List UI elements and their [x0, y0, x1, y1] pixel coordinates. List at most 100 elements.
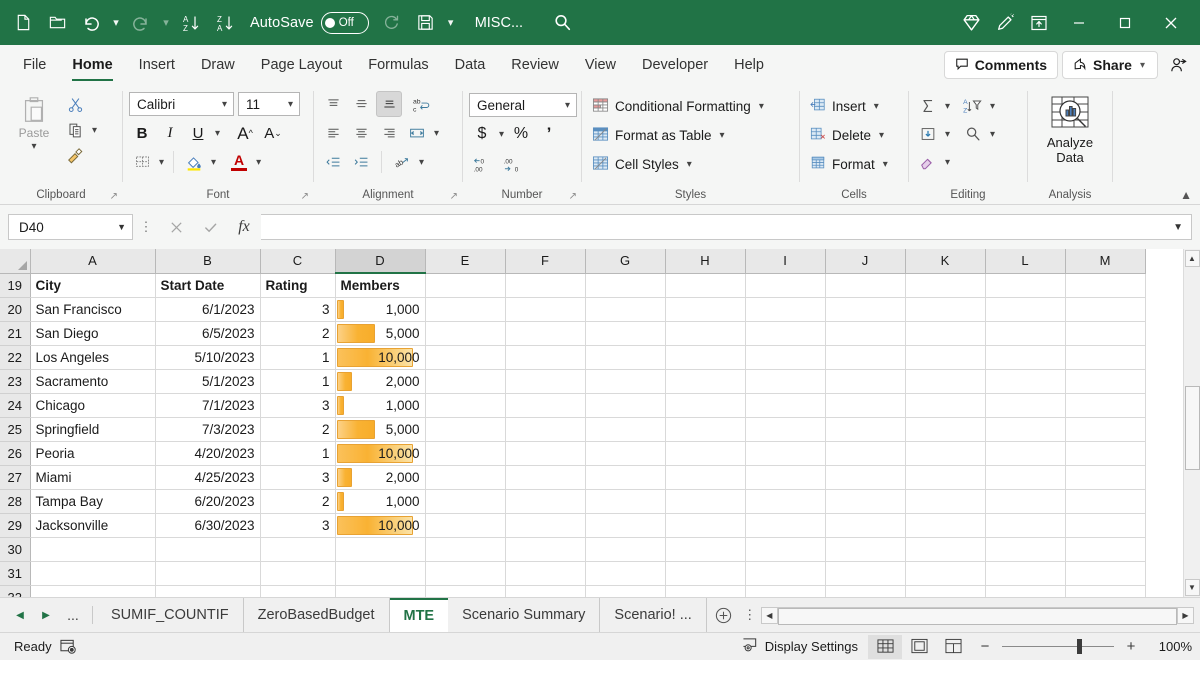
cell-E30[interactable]	[425, 537, 505, 561]
cell-I21[interactable]	[745, 321, 825, 345]
cell-M19[interactable]	[1065, 273, 1145, 297]
cell-A24[interactable]: Chicago	[30, 393, 155, 417]
cell-A29[interactable]: Jacksonville	[30, 513, 155, 537]
row-header-30[interactable]: 30	[0, 537, 30, 561]
cell-G23[interactable]	[585, 369, 665, 393]
cell-C23[interactable]: 1	[260, 369, 335, 393]
cell-I19[interactable]	[745, 273, 825, 297]
macro-record-icon[interactable]	[52, 638, 86, 655]
cell-F32[interactable]	[505, 585, 585, 597]
increase-indent-button[interactable]	[348, 149, 374, 175]
cell-M24[interactable]	[1065, 393, 1145, 417]
cell-styles-button[interactable]: Cell Styles ▾	[588, 151, 770, 178]
fill-button[interactable]	[915, 121, 941, 147]
display-settings-button[interactable]: Display Settings	[732, 635, 868, 659]
scroll-up-arrow-icon[interactable]: ▲	[1185, 250, 1200, 267]
cell-K24[interactable]	[905, 393, 985, 417]
name-box[interactable]: D40 ▼	[8, 214, 133, 240]
cell-K30[interactable]	[905, 537, 985, 561]
document-title[interactable]: MISC...	[475, 15, 523, 31]
delete-cells-button[interactable]: Delete ▾	[806, 122, 894, 149]
cell-A27[interactable]: Miami	[30, 465, 155, 489]
cell-A20[interactable]: San Francisco	[30, 297, 155, 321]
conditional-formatting-caret-icon[interactable]: ▾	[757, 101, 766, 112]
align-right-button[interactable]	[376, 120, 402, 146]
ribbon-tab-formulas[interactable]: Formulas	[355, 45, 441, 85]
cell-D30[interactable]	[335, 537, 425, 561]
format-cells-button[interactable]: Format ▾	[806, 151, 894, 178]
cell-E28[interactable]	[425, 489, 505, 513]
maximize-button[interactable]	[1102, 0, 1148, 45]
fill-color-button[interactable]	[181, 149, 207, 175]
cell-E27[interactable]	[425, 465, 505, 489]
zoom-in-button[interactable]: +	[1122, 638, 1140, 655]
column-header-a[interactable]: A	[30, 249, 155, 273]
sheet-tab-scenario[interactable]: Scenario! ...	[600, 598, 706, 632]
row-header-31[interactable]: 31	[0, 561, 30, 585]
accounting-format-button[interactable]: $	[469, 121, 495, 147]
number-format-combo[interactable]: General ▾	[469, 93, 577, 117]
select-all-corner[interactable]	[0, 249, 30, 273]
orientation-caret-icon[interactable]: ▾	[417, 157, 426, 168]
column-header-g[interactable]: G	[585, 249, 665, 273]
next-sheet-arrow-icon[interactable]: ▶	[34, 603, 58, 627]
cell-A21[interactable]: San Diego	[30, 321, 155, 345]
cell-E23[interactable]	[425, 369, 505, 393]
zoom-out-button[interactable]: −	[976, 638, 994, 655]
borders-button[interactable]	[129, 149, 155, 175]
vertical-scroll-track[interactable]	[1185, 268, 1200, 578]
wrap-text-button[interactable]: ab c	[408, 91, 434, 117]
share-people-icon[interactable]	[1162, 51, 1194, 79]
increase-decimal-button[interactable]: 0 .00	[469, 151, 497, 177]
row-header-25[interactable]: 25	[0, 417, 30, 441]
cell-F29[interactable]	[505, 513, 585, 537]
cell-M23[interactable]	[1065, 369, 1145, 393]
cell-L25[interactable]	[985, 417, 1065, 441]
cell-B29[interactable]: 6/30/2023	[155, 513, 260, 537]
cell-J27[interactable]	[825, 465, 905, 489]
cell-J26[interactable]	[825, 441, 905, 465]
cell-F27[interactable]	[505, 465, 585, 489]
search-icon[interactable]	[545, 6, 579, 40]
minimize-button[interactable]	[1056, 0, 1102, 45]
cell-J29[interactable]	[825, 513, 905, 537]
format-as-table-button[interactable]: Format as Table ▾	[588, 122, 770, 149]
decrease-decimal-button[interactable]: .00 0	[499, 151, 527, 177]
row-header-24[interactable]: 24	[0, 393, 30, 417]
close-button[interactable]	[1148, 0, 1194, 45]
ribbon-tab-insert[interactable]: Insert	[126, 45, 188, 85]
cell-F23[interactable]	[505, 369, 585, 393]
diamond-icon[interactable]	[954, 6, 988, 40]
cell-D23[interactable]: 2,000	[335, 369, 425, 393]
cell-D19[interactable]: Members	[335, 273, 425, 297]
orientation-button[interactable]: ab	[389, 149, 415, 175]
copy-caret-icon[interactable]: ▾	[90, 125, 99, 136]
borders-caret-icon[interactable]: ▾	[157, 157, 166, 168]
cell-A28[interactable]: Tampa Bay	[30, 489, 155, 513]
cell-E21[interactable]	[425, 321, 505, 345]
comma-style-button[interactable]: ’	[536, 121, 562, 147]
find-select-caret-icon[interactable]: ▾	[988, 129, 997, 140]
expand-formula-bar-icon[interactable]: ▼	[1171, 222, 1185, 233]
row-header-28[interactable]: 28	[0, 489, 30, 513]
underline-button[interactable]: U	[185, 120, 211, 146]
cell-M30[interactable]	[1065, 537, 1145, 561]
cell-C32[interactable]	[260, 585, 335, 597]
cell-C30[interactable]	[260, 537, 335, 561]
cell-C31[interactable]	[260, 561, 335, 585]
cell-J30[interactable]	[825, 537, 905, 561]
cell-I31[interactable]	[745, 561, 825, 585]
cell-D27[interactable]: 2,000	[335, 465, 425, 489]
underline-caret-icon[interactable]: ▾	[213, 128, 222, 139]
cell-L32[interactable]	[985, 585, 1065, 597]
scroll-down-arrow-icon[interactable]: ▼	[1185, 579, 1200, 596]
cell-K21[interactable]	[905, 321, 985, 345]
cell-I26[interactable]	[745, 441, 825, 465]
column-header-d[interactable]: D	[335, 249, 425, 273]
cell-K19[interactable]	[905, 273, 985, 297]
cell-K26[interactable]	[905, 441, 985, 465]
bold-button[interactable]: B	[129, 120, 155, 146]
cell-K29[interactable]	[905, 513, 985, 537]
ribbon-tab-draw[interactable]: Draw	[188, 45, 248, 85]
cell-L21[interactable]	[985, 321, 1065, 345]
